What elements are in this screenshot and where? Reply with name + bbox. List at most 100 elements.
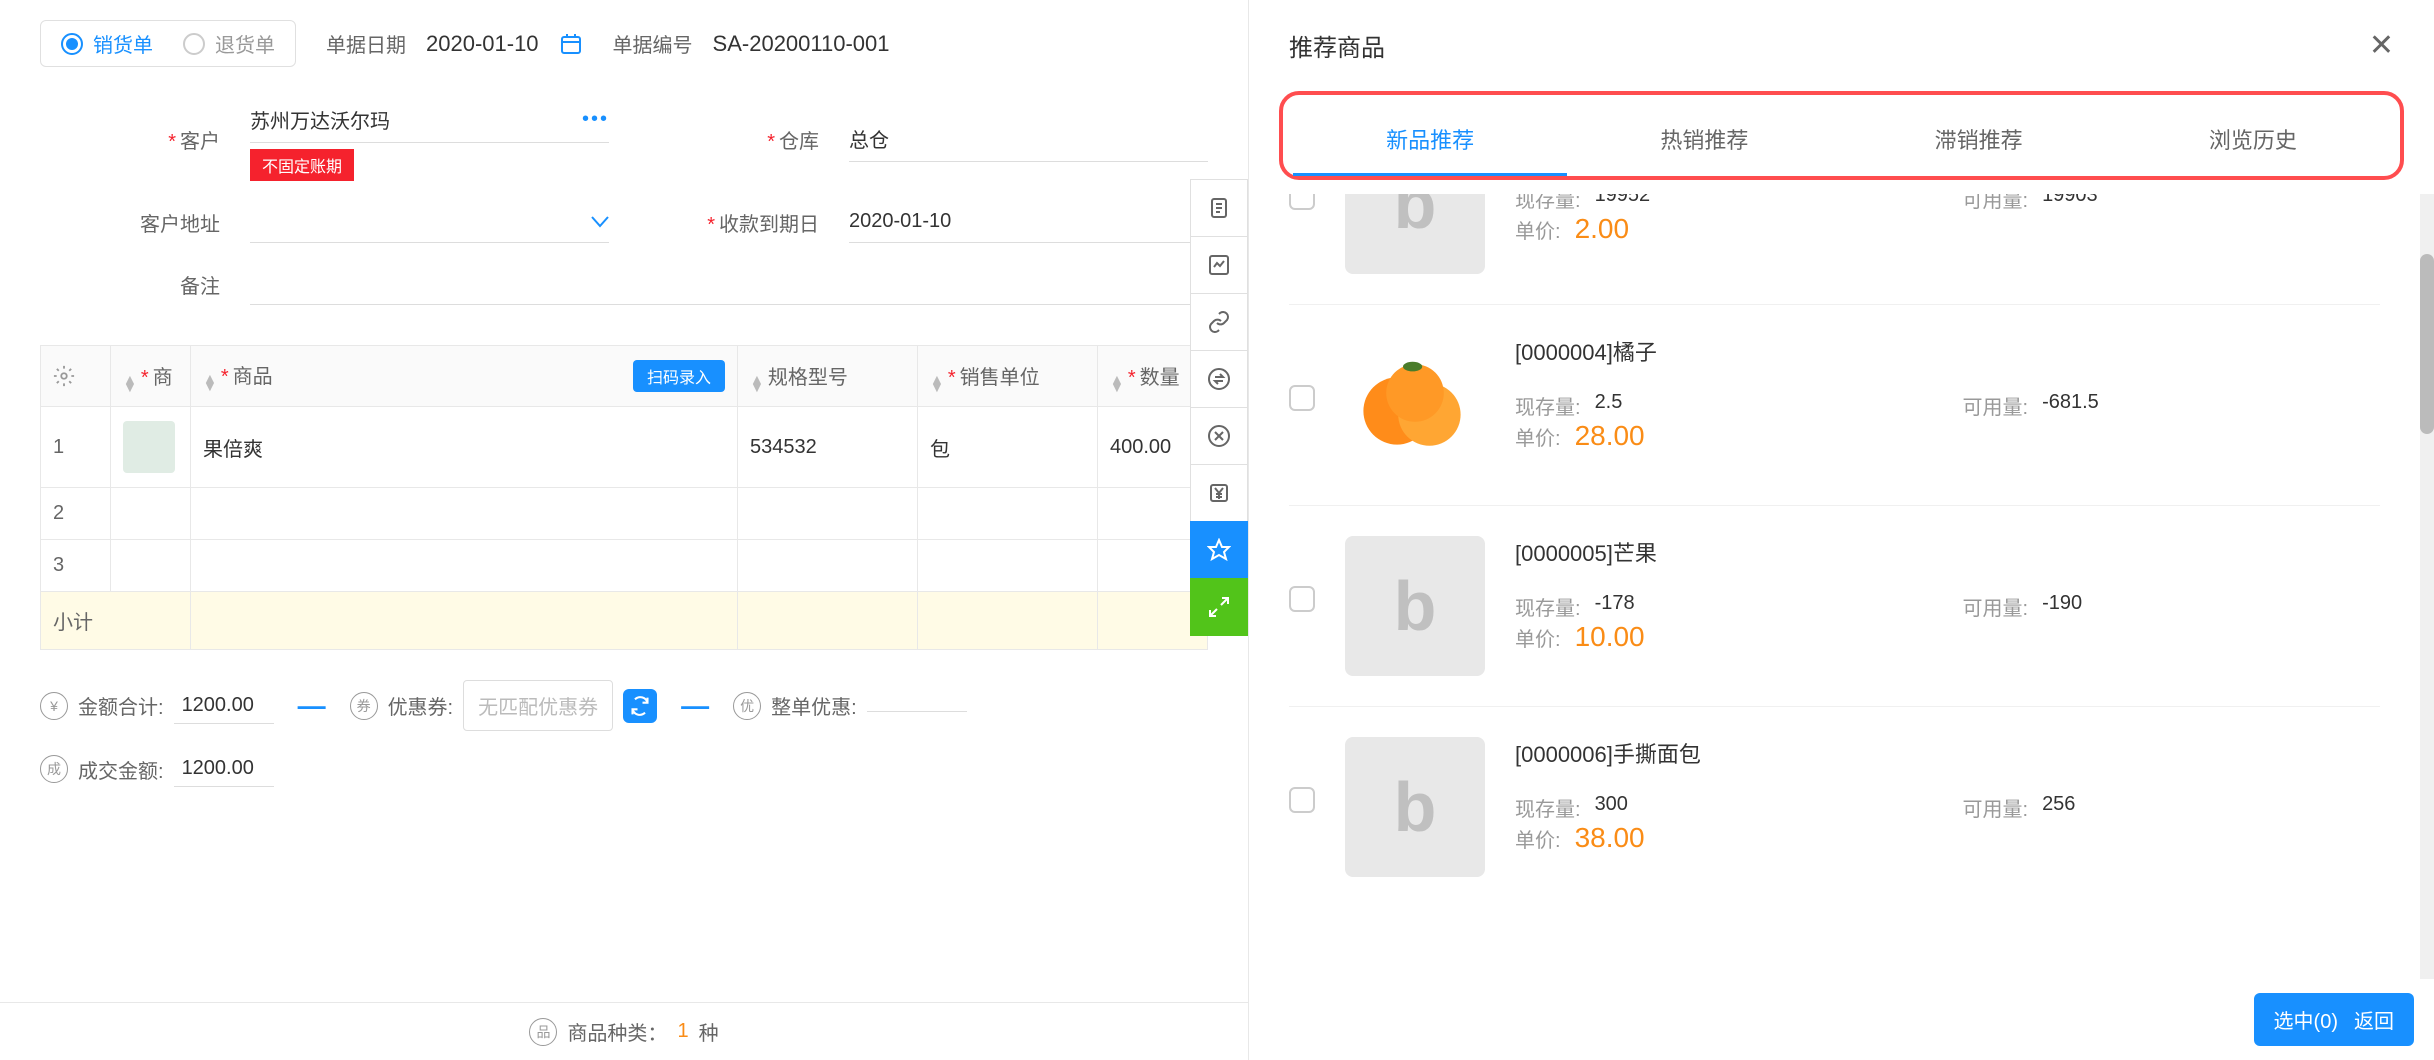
minus-icon: — [298,690,326,722]
deal-amount: 成 成交金额: 1200.00 [40,751,274,787]
customer-label: *客户 [40,125,220,154]
coupon-group: 券 优惠券: 无匹配优惠券 [350,680,658,731]
footer-type-unit: 种 [699,1017,719,1046]
select-return-button[interactable]: 选中(0) 返回 [2254,993,2414,1046]
deal-icon: 成 [40,755,68,783]
type-icon: 品 [529,1018,557,1046]
coupon-input[interactable]: 无匹配优惠券 [463,680,613,731]
sort-icon: ▲▼ [203,374,217,390]
stock-value: 300 [1595,793,1628,822]
tab-history[interactable]: 浏览历史 [2116,105,2390,176]
rail-yen-icon[interactable] [1190,464,1248,522]
item-checkbox[interactable] [1289,586,1315,612]
tab-sales[interactable]: 销货单 [61,29,153,58]
list-item: b [0000005]芒果 现存量:-178 可用量:-190 单价:10.00 [1289,506,2380,707]
deal-label: 成交金额: [78,755,164,784]
duedate-input[interactable]: 2020-01-10 [849,201,1208,243]
item-name: [0000006]手撕面包 [1515,737,2380,769]
row-spec[interactable]: 534532 [738,407,918,488]
customer-badge: 不固定账期 [250,149,354,181]
sort-icon: ▲▼ [1110,375,1124,391]
calendar-icon[interactable] [559,32,583,56]
amount-value: 1200.00 [174,688,274,724]
rail-doc-icon[interactable] [1190,179,1248,237]
row-num: 2 [41,488,111,540]
side-rail [1190,180,1248,636]
totals-row: ¥ 金额合计: 1200.00 — 券 优惠券: 无匹配优惠券 — 优 整单优惠… [40,680,1208,731]
header-row: 销货单 退货单 单据日期 2020-01-10 单据编号 SA-20200110… [40,20,1208,67]
order-discount-label: 整单优惠: [771,691,857,720]
available-label: 可用量: [1963,194,2029,213]
product-image-orange [1345,335,1485,475]
row-product[interactable]: 果倍爽 [191,407,738,488]
stock-label: 现存量: [1515,793,1581,822]
minus-icon: — [681,690,709,722]
rail-link-icon[interactable] [1190,293,1248,351]
line-items-table: ▲▼*商 ▲▼*商品扫码录入 ▲▼规格型号 ▲▼*销售单位 ▲▼*数量 1 果倍… [40,345,1208,650]
tab-sales-label: 销货单 [93,29,153,58]
product-thumb-icon [123,421,175,473]
order-discount-value[interactable] [867,699,967,712]
stock-label: 现存量: [1515,592,1581,621]
item-checkbox[interactable] [1289,194,1315,210]
chevron-down-icon[interactable] [591,216,609,228]
rail-expand-icon[interactable] [1190,578,1248,636]
available-label: 可用量: [1963,592,2029,621]
row-unit[interactable]: 包 [918,407,1098,488]
close-icon[interactable]: ✕ [2369,28,2394,63]
available-value: 19903 [2042,194,2098,213]
table-row[interactable]: 2 [41,488,1208,540]
amount-label: 金额合计: [78,691,164,720]
col-product[interactable]: ▲▼*商品扫码录入 [191,346,738,407]
remark-label: 备注 [40,270,220,299]
row-num: 3 [41,540,111,592]
tab-new[interactable]: 新品推荐 [1293,105,1567,176]
scan-button[interactable]: 扫码录入 [633,360,725,392]
rp-list[interactable]: b 250ml 现存量:19952 可用量:19903 单价:2.00 [000… [1249,194,2420,979]
refresh-icon[interactable] [623,689,657,723]
price-label: 单价: [1515,221,1561,243]
doc-no-group: 单据编号 SA-20200110-001 [613,29,890,58]
form-grid: *客户 苏州万达沃尔玛 ••• 不固定账期 *仓库 总仓 客户地址 *收款到期日… [40,97,1208,305]
left-panel: 销货单 退货单 单据日期 2020-01-10 单据编号 SA-20200110… [0,0,1248,1060]
warehouse-input[interactable]: 总仓 [849,116,1208,162]
col-merchant[interactable]: ▲▼*商 [111,346,191,407]
rail-bookmark-icon[interactable] [1190,407,1248,465]
tab-hot[interactable]: 热销推荐 [1567,105,1841,176]
discount-icon: 优 [733,692,761,720]
tab-slow[interactable]: 滞销推荐 [1842,105,2116,176]
ellipsis-icon[interactable]: ••• [582,108,609,131]
price-label: 单价: [1515,428,1561,450]
sort-icon: ▲▼ [123,375,137,391]
rail-swap-icon[interactable] [1190,350,1248,408]
item-checkbox[interactable] [1289,787,1315,813]
price-label: 单价: [1515,830,1561,852]
address-input[interactable] [250,201,609,243]
tab-returns-label: 退货单 [215,29,275,58]
price-value: 10.00 [1575,621,1645,652]
customer-input[interactable]: 苏州万达沃尔玛 ••• [250,97,609,143]
item-checkbox[interactable] [1289,385,1315,411]
list-item: b [0000006]手撕面包 现存量:300 可用量:256 单价:38.00 [1289,707,2380,907]
col-unit[interactable]: ▲▼*销售单位 [918,346,1098,407]
price-value: 28.00 [1575,420,1645,451]
order-discount: 优 整单优惠: [733,691,967,720]
stock-label: 现存量: [1515,194,1581,213]
deal-value: 1200.00 [174,751,274,787]
doc-type-tabs: 销货单 退货单 [40,20,296,67]
item-info: [0000004]橘子 现存量:2.5 可用量:-681.5 单价:28.00 [1515,335,2380,452]
rp-tabs-highlight: 新品推荐 热销推荐 滞销推荐 浏览历史 [1279,91,2404,180]
remark-input[interactable] [250,263,1208,305]
rail-star-icon[interactable] [1190,521,1248,579]
table-row[interactable]: 1 果倍爽 534532 包 400.00 [41,407,1208,488]
tab-returns[interactable]: 退货单 [183,29,275,58]
stock-label: 现存量: [1515,391,1581,420]
sort-icon: ▲▼ [750,375,764,391]
scrollbar[interactable] [2420,194,2434,979]
rail-chart-icon[interactable] [1190,236,1248,294]
col-spec[interactable]: ▲▼规格型号 [738,346,918,407]
stock-value: -178 [1595,592,1635,621]
gear-header[interactable] [41,346,111,407]
date-value[interactable]: 2020-01-10 [426,31,539,57]
table-row[interactable]: 3 [41,540,1208,592]
